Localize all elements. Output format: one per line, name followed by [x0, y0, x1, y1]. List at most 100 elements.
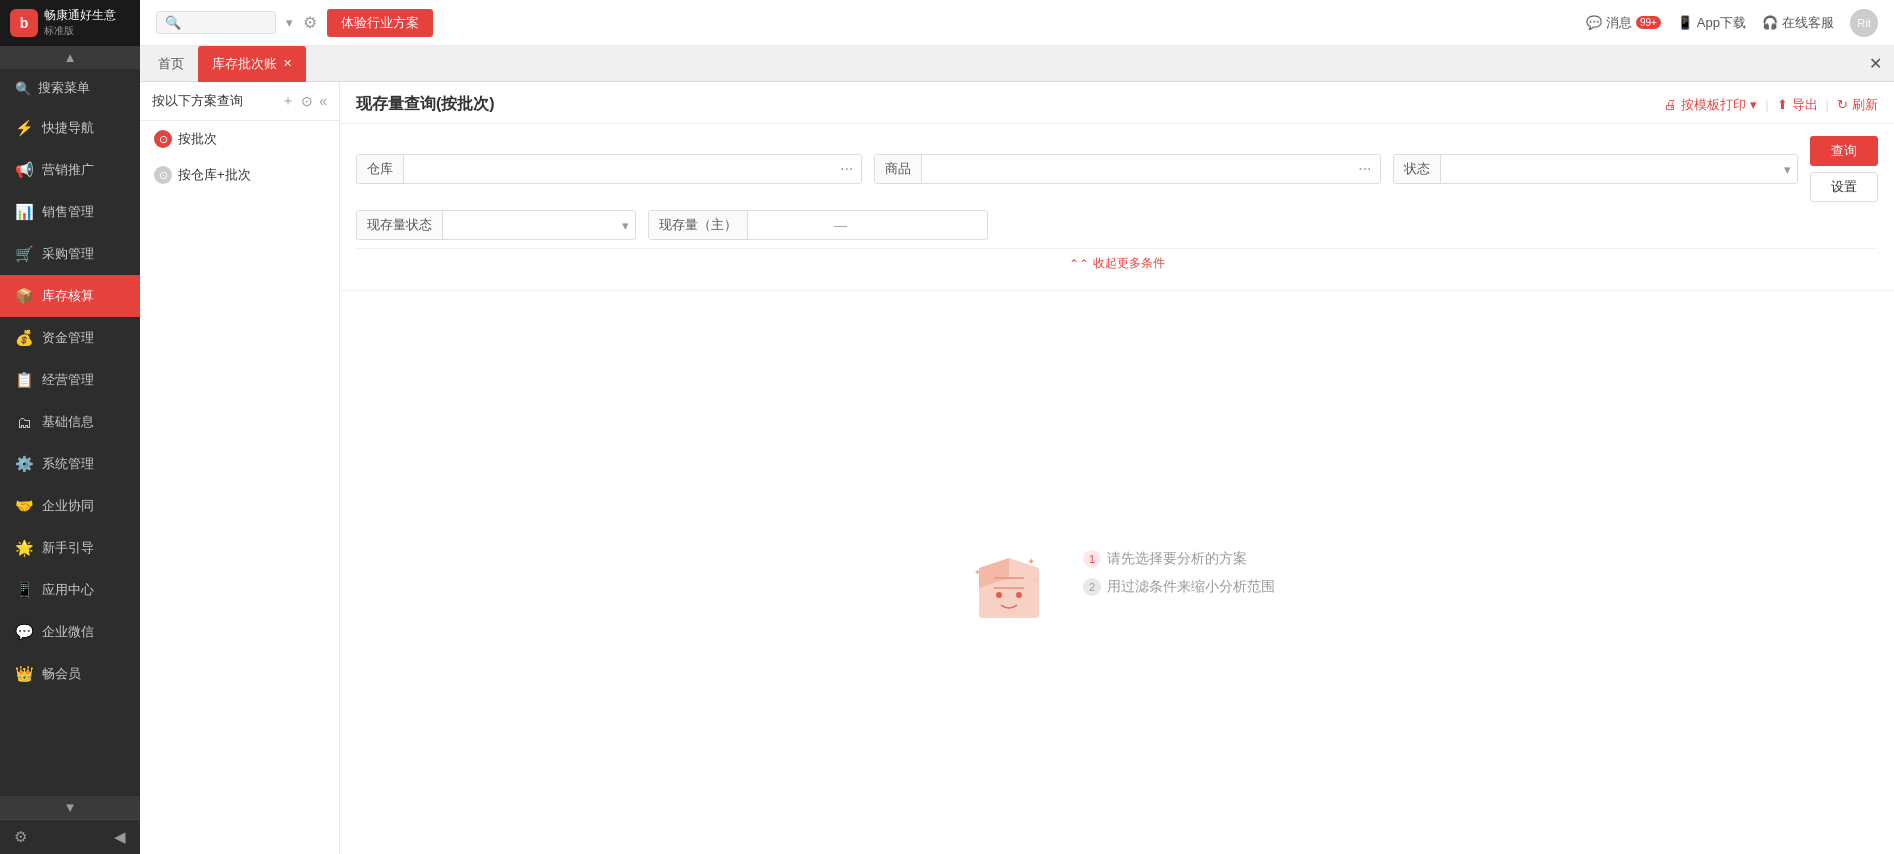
topbar-search-box[interactable]: 🔍: [156, 11, 276, 34]
sidebar-item-search[interactable]: 🔍 搜索菜单: [0, 69, 140, 107]
add-plan-btn[interactable]: ＋: [281, 92, 295, 110]
print-dropdown-icon: ▾: [1750, 97, 1757, 112]
topbar-dropdown-btn[interactable]: ▾: [286, 15, 293, 30]
goods-more-btn[interactable]: ···: [1350, 156, 1379, 182]
status-chevron-icon: ▾: [1778, 157, 1797, 182]
plan-collapse-btn[interactable]: «: [319, 93, 327, 109]
left-panel-header: 按以下方案查询 ＋ ⊙ «: [140, 82, 339, 121]
purchase-icon: 🛒: [14, 244, 34, 264]
plan-warehouse-icon: ⊙: [154, 166, 172, 184]
svg-text:✦: ✦: [1034, 577, 1040, 584]
sales-icon: 📊: [14, 202, 34, 222]
sidebar: b 畅康通好生意 标准版 ▲ 🔍 搜索菜单 ⚡ 快捷导航 📢 营销推广 📊 销售…: [0, 0, 140, 854]
page-header-actions: 🖨 按模板打印 ▾ | ⬆ 导出 | ↻ 刷新: [1664, 96, 1878, 114]
headset-icon: 🎧: [1762, 15, 1778, 30]
collapse-icon[interactable]: ◀: [114, 828, 126, 846]
sidebar-item-newbie[interactable]: 🌟 新手引导: [0, 527, 140, 569]
topbar-search-icon: 🔍: [165, 15, 181, 30]
sidebar-item-system[interactable]: ⚙️ 系统管理: [0, 443, 140, 485]
tab-inventory-batch[interactable]: 库存批次账 ✕: [198, 46, 306, 82]
marketing-icon: 📢: [14, 160, 34, 180]
sidebar-scroll-up[interactable]: ▲: [0, 46, 140, 69]
warehouse-input[interactable]: [404, 157, 832, 182]
sidebar-item-enterprise[interactable]: 🤝 企业协同: [0, 485, 140, 527]
app-download-btn[interactable]: 📱 App下载: [1677, 14, 1746, 32]
refresh-btn[interactable]: ↻ 刷新: [1837, 96, 1878, 114]
sidebar-item-sales[interactable]: 📊 销售管理: [0, 191, 140, 233]
collapse-up-icon: ⌃⌃: [1069, 257, 1089, 271]
status-select[interactable]: [1441, 157, 1778, 182]
sidebar-footer: ⚙ ◀: [0, 819, 140, 854]
wechat-icon: 💬: [14, 622, 34, 642]
empty-steps: 1 请先选择要分析的方案 2 用过滤条件来缩小分析范围: [1083, 550, 1275, 596]
query-btn[interactable]: 查询: [1810, 136, 1878, 166]
page-title: 现存量查询(按批次): [356, 94, 495, 115]
topbar: 🔍 ▾ ⚙ 体验行业方案 💬 消息 99+ 📱 App下载 🎧 在线客服 Rit: [140, 0, 1894, 46]
inv-status-chevron-icon: ▾: [616, 213, 635, 238]
svg-text:✦: ✦: [1027, 556, 1035, 567]
left-panel-actions: ＋ ⊙ «: [281, 92, 327, 110]
appstore-icon: 📱: [14, 580, 34, 600]
sidebar-item-quicknav[interactable]: ⚡ 快捷导航: [0, 107, 140, 149]
print-btn[interactable]: 🖨 按模板打印 ▾: [1664, 96, 1757, 114]
online-service-btn[interactable]: 🎧 在线客服: [1762, 14, 1834, 32]
trial-btn[interactable]: 体验行业方案: [327, 9, 433, 37]
goods-input[interactable]: [922, 157, 1350, 182]
app-title: 畅康通好生意 标准版: [44, 8, 116, 38]
topbar-gear-icon[interactable]: ⚙: [303, 13, 317, 32]
inventory-icon: 📦: [14, 286, 34, 306]
sidebar-item-operations[interactable]: 📋 经营管理: [0, 359, 140, 401]
empty-step-2: 2 用过滤条件来缩小分析范围: [1083, 578, 1275, 596]
app-download-icon: 📱: [1677, 15, 1693, 30]
sidebar-item-inventory[interactable]: 📦 库存核算: [0, 275, 140, 317]
filter-settings-btn[interactable]: 设置: [1810, 172, 1878, 202]
basic-icon: 🗂: [14, 412, 34, 432]
content-area: 按以下方案查询 ＋ ⊙ « ⊙ 按批次 ⊙ 按仓库+批次 现存量查询(按批次): [140, 82, 1894, 854]
sidebar-item-basic[interactable]: 🗂 基础信息: [0, 401, 140, 443]
inventory-status-select[interactable]: [443, 213, 616, 238]
messages-btn[interactable]: 💬 消息 99+: [1586, 14, 1661, 32]
sidebar-item-finance[interactable]: 💰 资金管理: [0, 317, 140, 359]
svg-point-5: [996, 592, 1002, 598]
system-icon: ⚙️: [14, 454, 34, 474]
sidebar-item-member[interactable]: 👑 畅会员: [0, 653, 140, 695]
tabbar: 首页 库存批次账 ✕ ✕: [140, 46, 1894, 82]
plan-settings-btn[interactable]: ⊙: [301, 93, 313, 109]
sidebar-item-wechat[interactable]: 💬 企业微信: [0, 611, 140, 653]
warehouse-more-btn[interactable]: ···: [832, 156, 861, 182]
finance-icon: 💰: [14, 328, 34, 348]
status-filter: 状态 ▾: [1393, 154, 1798, 184]
sidebar-nav: 🔍 搜索菜单 ⚡ 快捷导航 📢 营销推广 📊 销售管理 🛒 采购管理 📦 库存核…: [0, 69, 140, 796]
inventory-qty-from[interactable]: [748, 213, 828, 238]
collapse-conditions-btn[interactable]: ⌃⌃ 收起更多条件: [356, 248, 1878, 278]
tab-close-btn[interactable]: ✕: [283, 57, 292, 70]
sidebar-item-appstore[interactable]: 📱 应用中心: [0, 569, 140, 611]
empty-state: ✦ ✦ ✦ 1 请先选择要分析的方案 2 用过滤条件来缩小分析范围: [340, 291, 1894, 854]
plan-item-warehouse-batch[interactable]: ⊙ 按仓库+批次: [140, 157, 339, 193]
quicknav-icon: ⚡: [14, 118, 34, 138]
panel-close-btn[interactable]: ✕: [1869, 54, 1882, 73]
refresh-icon: ↻: [1837, 97, 1848, 112]
svg-text:✦: ✦: [974, 568, 981, 577]
app-logo: b: [10, 9, 38, 37]
qty-dash: —: [828, 218, 853, 233]
inventory-qty-to[interactable]: [853, 213, 933, 238]
plan-item-batch[interactable]: ⊙ 按批次: [140, 121, 339, 157]
sidebar-item-purchase[interactable]: 🛒 采购管理: [0, 233, 140, 275]
tab-home[interactable]: 首页: [144, 46, 198, 82]
goods-filter: 商品 ···: [874, 154, 1380, 184]
main-area: 🔍 ▾ ⚙ 体验行业方案 💬 消息 99+ 📱 App下载 🎧 在线客服 Rit: [140, 0, 1894, 854]
right-panel: 现存量查询(按批次) 🖨 按模板打印 ▾ | ⬆ 导出 | ↻: [340, 82, 1894, 854]
newbie-icon: 🌟: [14, 538, 34, 558]
user-menu[interactable]: Rit: [1850, 9, 1878, 37]
left-panel: 按以下方案查询 ＋ ⊙ « ⊙ 按批次 ⊙ 按仓库+批次: [140, 82, 340, 854]
empty-illustration: ✦ ✦ ✦: [959, 523, 1059, 623]
inventory-qty-filter: 现存量（主） —: [648, 210, 988, 240]
settings-icon[interactable]: ⚙: [14, 828, 27, 846]
export-btn[interactable]: ⬆ 导出: [1777, 96, 1818, 114]
topbar-search-input[interactable]: [185, 16, 265, 30]
filter-area: 仓库 ··· 商品 ··· 状态: [340, 124, 1894, 291]
sidebar-item-marketing[interactable]: 📢 营销推广: [0, 149, 140, 191]
user-avatar: Rit: [1850, 9, 1878, 37]
sidebar-scroll-down[interactable]: ▼: [0, 796, 140, 819]
